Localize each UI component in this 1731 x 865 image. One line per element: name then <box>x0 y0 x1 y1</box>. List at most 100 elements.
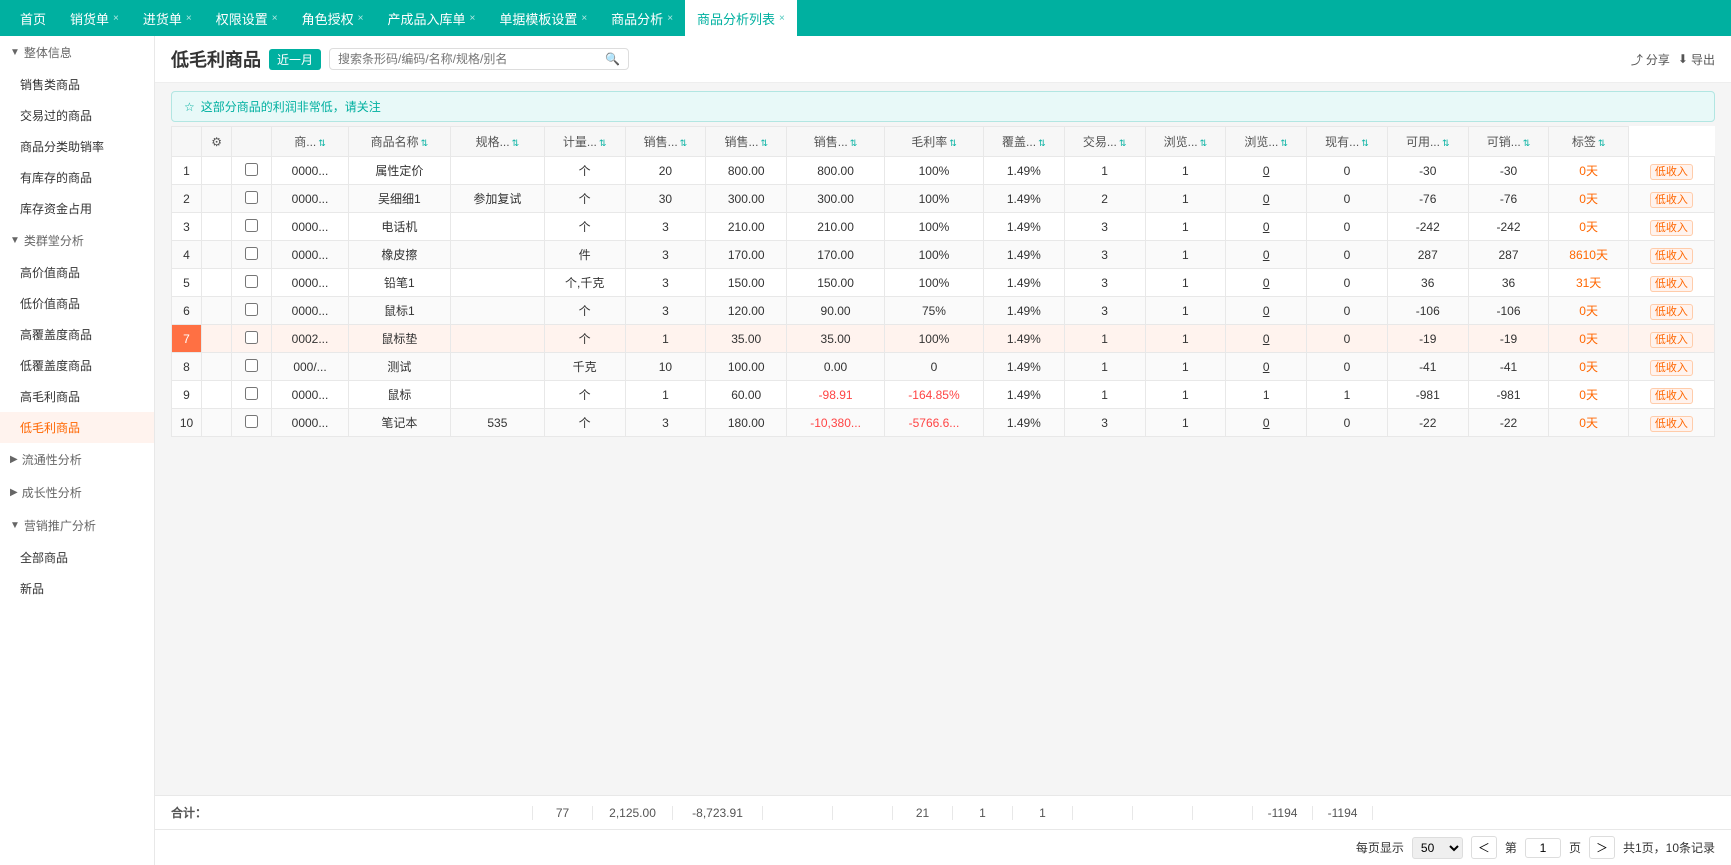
browse1-link[interactable]: 0 <box>1263 164 1270 178</box>
browse1-link[interactable]: 0 <box>1263 276 1270 290</box>
row-checkbox[interactable] <box>245 359 258 372</box>
sidebar-section-流通性分析[interactable]: ▶流通性分析 <box>0 443 154 476</box>
browse1-link[interactable]: 0 <box>1263 332 1270 346</box>
period-tag-button[interactable]: 近一月 <box>269 49 321 70</box>
close-tab-icon[interactable]: × <box>358 13 364 24</box>
cell-browse1[interactable]: 0 <box>1226 213 1307 241</box>
row-checkbox[interactable] <box>245 191 258 204</box>
sidebar-item-高价值商品[interactable]: 高价值商品 <box>0 257 154 288</box>
row-checkbox[interactable] <box>245 275 258 288</box>
col-header-4[interactable]: 规格...⇅ <box>451 127 545 157</box>
close-tab-icon[interactable]: × <box>186 13 192 24</box>
browse1-link[interactable]: 0 <box>1263 248 1270 262</box>
page-size-select[interactable]: 50 100 200 <box>1412 837 1463 859</box>
next-page-button[interactable]: ＞ <box>1589 836 1615 859</box>
cell-browse1[interactable]: 0 <box>1226 241 1307 269</box>
nav-item-产成品入库单[interactable]: 产成品入库单× <box>375 0 487 36</box>
sidebar-item-高毛利商品[interactable]: 高毛利商品 <box>0 381 154 412</box>
search-input[interactable] <box>338 52 601 66</box>
cell-gear <box>202 269 232 297</box>
sidebar-item-销售类商品[interactable]: 销售类商品 <box>0 69 154 100</box>
footer-cell-1: 77 <box>533 806 593 820</box>
col-header-10[interactable]: 覆盖...⇅ <box>983 127 1064 157</box>
col-header-9[interactable]: 毛利率⇅ <box>885 127 984 157</box>
browse1-link[interactable]: 0 <box>1263 416 1270 430</box>
browse1-link[interactable]: 0 <box>1263 360 1270 374</box>
sidebar-item-低覆盖度商品[interactable]: 低覆盖度商品 <box>0 350 154 381</box>
nav-item-权限设置[interactable]: 权限设置× <box>204 0 290 36</box>
close-tab-icon[interactable]: × <box>272 13 278 24</box>
nav-item-单据模板设置[interactable]: 单据模板设置× <box>487 0 599 36</box>
cell-qty: 20 <box>625 157 706 185</box>
cell-browse1[interactable]: 0 <box>1226 157 1307 185</box>
col-header-3[interactable]: 商品名称⇅ <box>348 127 450 157</box>
sidebar-section-整体信息[interactable]: ▼整体信息 <box>0 36 154 69</box>
col-header-16[interactable]: 可销...⇅ <box>1468 127 1549 157</box>
browse1-link[interactable]: 0 <box>1263 304 1270 318</box>
cell-browse1[interactable]: 0 <box>1226 269 1307 297</box>
cell-browse1[interactable]: 0 <box>1226 297 1307 325</box>
prev-page-button[interactable]: ＜ <box>1471 836 1497 859</box>
col-header-5[interactable]: 计量...⇅ <box>544 127 625 157</box>
col-header-14[interactable]: 现有...⇅ <box>1307 127 1388 157</box>
sidebar-section-成长性分析[interactable]: ▶成长性分析 <box>0 476 154 509</box>
sidebar-section-营销推广分析[interactable]: ▼营销推广分析 <box>0 509 154 542</box>
col-header-11[interactable]: 交易...⇅ <box>1064 127 1145 157</box>
close-tab-icon[interactable]: × <box>779 13 785 24</box>
close-tab-icon[interactable]: × <box>469 13 475 24</box>
cell-unit: 千克 <box>544 353 625 381</box>
sidebar-item-低毛利商品[interactable]: 低毛利商品 <box>0 412 154 443</box>
nav-item-商品分析列表[interactable]: 商品分析列表× <box>685 0 797 36</box>
col-header-17[interactable]: 标签⇅ <box>1549 127 1628 157</box>
row-checkbox[interactable] <box>245 415 258 428</box>
row-checkbox[interactable] <box>245 219 258 232</box>
sidebar-item-交易过的商品[interactable]: 交易过的商品 <box>0 100 154 131</box>
cell-price2: 35.00 <box>787 325 885 353</box>
cell-name: 属性定价 <box>348 157 450 185</box>
col-header-13[interactable]: 浏览...⇅ <box>1226 127 1307 157</box>
sidebar-item-商品分类助销率[interactable]: 商品分类助销率 <box>0 131 154 162</box>
sidebar-item-全部商品[interactable]: 全部商品 <box>0 542 154 573</box>
sidebar: ▼整体信息销售类商品交易过的商品商品分类助销率有库存的商品库存资金占用▼类群堂分… <box>0 36 155 865</box>
row-checkbox[interactable] <box>245 247 258 260</box>
export-button[interactable]: ⬇ 导出 <box>1678 51 1715 68</box>
row-checkbox[interactable] <box>245 303 258 316</box>
close-tab-icon[interactable]: × <box>667 13 673 24</box>
cell-cover: 3 <box>1064 269 1145 297</box>
search-icon[interactable]: 🔍 <box>605 52 620 66</box>
col-header-7[interactable]: 销售...⇅ <box>706 127 787 157</box>
close-tab-icon[interactable]: × <box>581 13 587 24</box>
row-checkbox[interactable] <box>245 387 258 400</box>
row-checkbox[interactable] <box>245 331 258 344</box>
nav-item-进货单[interactable]: 进货单× <box>131 0 204 36</box>
col-header-6[interactable]: 销售...⇅ <box>625 127 706 157</box>
browse1-link[interactable]: 0 <box>1263 220 1270 234</box>
nav-item-销货单[interactable]: 销货单× <box>58 0 131 36</box>
cell-browse1[interactable]: 0 <box>1226 325 1307 353</box>
cell-stock: -242 <box>1387 213 1468 241</box>
nav-item-角色授权[interactable]: 角色授权× <box>290 0 376 36</box>
sort-icon: ⇅ <box>512 138 520 148</box>
close-tab-icon[interactable]: × <box>113 13 119 24</box>
cell-browse1[interactable]: 0 <box>1226 185 1307 213</box>
col-header-15[interactable]: 可用...⇅ <box>1387 127 1468 157</box>
sidebar-section-类群堂分析[interactable]: ▼类群堂分析 <box>0 224 154 257</box>
sidebar-item-有库存的商品[interactable]: 有库存的商品 <box>0 162 154 193</box>
sidebar-item-低价值商品[interactable]: 低价值商品 <box>0 288 154 319</box>
cell-browse2: 1 <box>1307 381 1388 409</box>
sidebar-item-高覆盖度商品[interactable]: 高覆盖度商品 <box>0 319 154 350</box>
cell-browse1[interactable]: 0 <box>1226 409 1307 437</box>
col-header-12[interactable]: 浏览...⇅ <box>1145 127 1226 157</box>
col-header-8[interactable]: 销售...⇅ <box>787 127 885 157</box>
page-number-input[interactable] <box>1525 838 1561 858</box>
row-checkbox[interactable] <box>245 163 258 176</box>
nav-item-首页[interactable]: 首页 <box>8 0 58 36</box>
cell-code: 0000... <box>272 241 348 269</box>
cell-browse1[interactable]: 0 <box>1226 353 1307 381</box>
sidebar-item-新品[interactable]: 新品 <box>0 573 154 604</box>
nav-item-商品分析[interactable]: 商品分析× <box>599 0 685 36</box>
browse1-link[interactable]: 0 <box>1263 192 1270 206</box>
sidebar-item-库存资金占用[interactable]: 库存资金占用 <box>0 193 154 224</box>
share-button[interactable]: ⤴ 分享 <box>1631 51 1670 68</box>
col-header-2[interactable]: 商...⇅ <box>272 127 348 157</box>
